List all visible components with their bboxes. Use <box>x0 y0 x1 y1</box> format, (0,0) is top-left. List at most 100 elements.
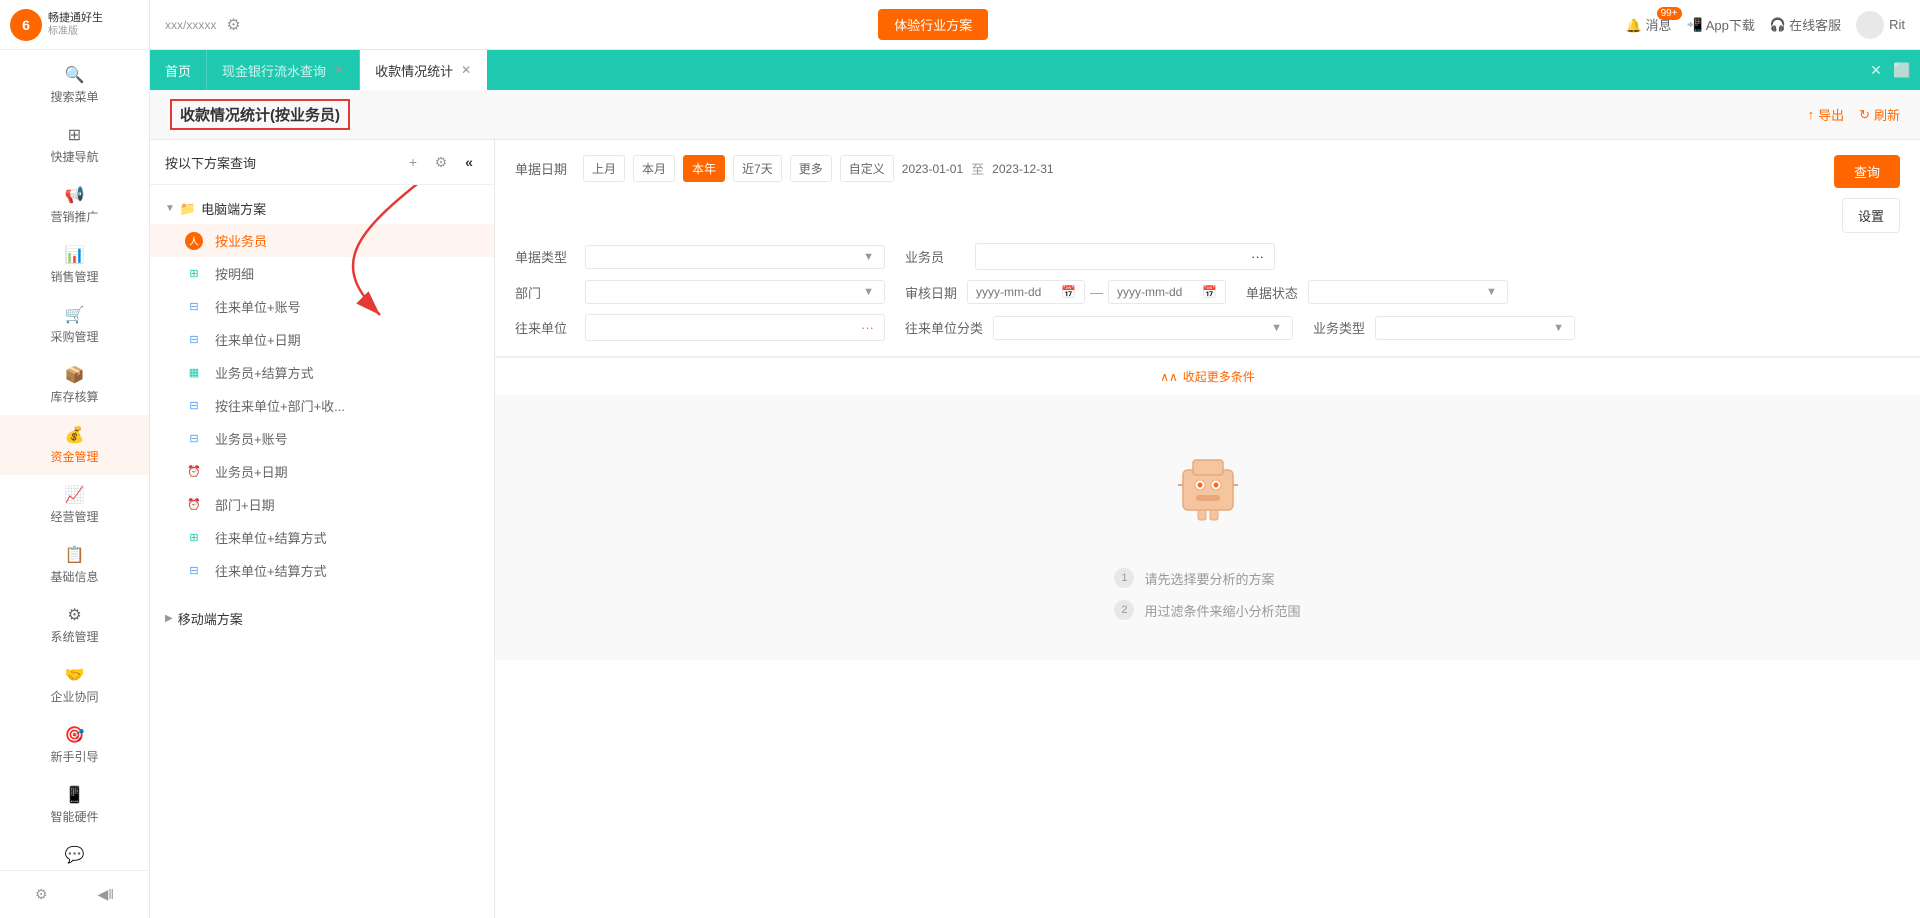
date-last7-btn[interactable]: 近7天 <box>733 155 782 182</box>
tree-item-sales-date[interactable]: ⏰ 业务员+日期 <box>150 455 494 488</box>
mobile-section-header[interactable]: ▶ 移动端方案 <box>150 603 494 634</box>
sidebar-item-operation[interactable]: 📈 经营管理 <box>0 475 149 535</box>
tree-item-partner-account[interactable]: ⊟ 往来单位+账号 <box>150 290 494 323</box>
date-custom-btn[interactable]: 自定义 <box>840 155 894 182</box>
sidebar-item-shortcut[interactable]: ⊞ 快捷导航 <box>0 115 149 175</box>
sidebar-item-basic[interactable]: 📋 基础信息 <box>0 535 149 595</box>
collapse-bar[interactable]: ∧∧ 收起更多条件 <box>495 357 1920 395</box>
review-start-field[interactable] <box>976 285 1061 299</box>
partner-more-btn[interactable]: ··· <box>861 320 874 335</box>
review-date-inputs: 📅 — 📅 <box>967 280 1226 304</box>
sidebar-item-sales[interactable]: 📊 销售管理 <box>0 235 149 295</box>
search-icon: 🔍 <box>65 65 85 85</box>
record-type-select[interactable]: ▼ <box>585 245 885 269</box>
query-button[interactable]: 查询 <box>1834 155 1900 188</box>
sidebar-item-system[interactable]: ⚙ 系统管理 <box>0 595 149 655</box>
calendar-icon-2[interactable]: 📅 <box>1202 285 1217 299</box>
panel-header-title: 按以下方案查询 <box>165 153 256 172</box>
online-service-btn[interactable]: 🎧 在线客服 <box>1770 15 1841 34</box>
tree-item-by-salesperson[interactable]: 人 按业务员 <box>150 224 494 257</box>
date-this-month-btn[interactable]: 本月 <box>633 155 675 182</box>
sales-date-icon: ⏰ <box>185 463 203 481</box>
trial-btn[interactable]: 体验行业方案 <box>878 9 988 40</box>
date-end-display: 2023-12-31 <box>992 162 1053 176</box>
app-download-btn[interactable]: 📲 App下载 <box>1687 15 1755 34</box>
calendar-icon[interactable]: 📅 <box>1061 285 1076 299</box>
finance-icon: 💰 <box>65 425 85 445</box>
partner-select[interactable]: ··· <box>585 314 885 341</box>
step-1-num: 1 <box>1114 568 1134 588</box>
tab-bank-flow[interactable]: 现金银行流水查询 ✕ <box>207 50 360 90</box>
step-2-num: 2 <box>1114 600 1134 620</box>
refresh-btn[interactable]: ↻ 刷新 <box>1859 105 1900 124</box>
tab-bank-close-btn[interactable]: ✕ <box>334 63 344 77</box>
window-maximize-btn[interactable]: ⬜ <box>1894 62 1910 78</box>
tree-item-partner-date[interactable]: ⊟ 往来单位+日期 <box>150 323 494 356</box>
page-header: 收款情况统计(按业务员) ↑ 导出 ↻ 刷新 <box>150 90 1920 140</box>
tree-item-sales-settlement[interactable]: ▦ 业务员+结算方式 <box>150 356 494 389</box>
date-this-year-btn[interactable]: 本年 <box>683 155 725 182</box>
sidebar-item-smart[interactable]: 📱 智能硬件 <box>0 775 149 835</box>
review-date-label: 审核日期 <box>905 283 957 302</box>
export-icon: ↑ <box>1808 107 1815 122</box>
tree-item-partner-settlement2[interactable]: ⊟ 往来单位+结算方式 <box>150 554 494 587</box>
sidebar-collapse-btn[interactable]: ◀‖ <box>92 881 119 908</box>
enterprise-icon: 🤝 <box>65 665 85 685</box>
sidebar-item-finance[interactable]: 💰 资金管理 <box>0 415 149 475</box>
tab-collection-close-btn[interactable]: ✕ <box>461 63 471 77</box>
tree-item-dept-date[interactable]: ⏰ 部门+日期 <box>150 488 494 521</box>
salesperson-icon: 人 <box>185 232 203 250</box>
date-last-month-btn[interactable]: 上月 <box>583 155 625 182</box>
sidebar-item-wechat[interactable]: 💬 企业微信 <box>0 835 149 870</box>
sidebar-nav: 🔍 搜索菜单 ⊞ 快捷导航 📢 营销推广 📊 销售管理 🛒 采购管理 📦 <box>0 50 149 870</box>
record-status-label: 单据状态 <box>1246 283 1298 302</box>
partner-label: 往来单位 <box>515 318 575 337</box>
page-actions: ↑ 导出 ↻ 刷新 <box>1808 105 1900 124</box>
record-status-select[interactable]: ▼ <box>1308 280 1508 304</box>
marketing-icon: 📢 <box>65 185 85 205</box>
panel-add-btn[interactable]: + <box>403 152 423 172</box>
sidebar-item-purchase[interactable]: 🛒 采购管理 <box>0 295 149 355</box>
page-title: 收款情况统计(按业务员) <box>170 99 350 130</box>
tree-item-partner-settlement1[interactable]: ⊞ 往来单位+结算方式 <box>150 521 494 554</box>
review-date-start-input[interactable]: 📅 <box>967 280 1085 304</box>
sidebar-settings-btn[interactable]: ⚙ <box>30 881 53 908</box>
dept-select[interactable]: ▼ <box>585 280 885 304</box>
status-arrow: ▼ <box>1486 286 1497 298</box>
panel-collapse-btn[interactable]: « <box>459 152 479 172</box>
partner-dept-icon: ⊟ <box>185 397 203 415</box>
app-logo: 6 畅捷通好生 标准版 <box>0 0 149 50</box>
tree-item-partner-dept[interactable]: ⊟ 按往来单位+部门+收... <box>150 389 494 422</box>
sidebar-item-enterprise[interactable]: 🤝 企业协同 <box>0 655 149 715</box>
sidebar-item-marketing[interactable]: 📢 营销推广 <box>0 175 149 235</box>
avatar <box>1856 11 1884 39</box>
logo-text: 畅捷通好生 标准版 <box>48 11 103 38</box>
mobile-arrow-icon: ▶ <box>165 613 173 624</box>
settings-button[interactable]: 设置 <box>1842 198 1900 233</box>
salesperson-select[interactable]: ··· <box>975 243 1275 270</box>
notification-area[interactable]: 🔔 99+ 消息 <box>1626 15 1672 34</box>
sidebar-item-search[interactable]: 🔍 搜索菜单 <box>0 55 149 115</box>
header-right: 🔔 99+ 消息 📲 App下载 🎧 在线客服 Rit <box>1626 11 1905 39</box>
header-settings-icon[interactable]: ⚙ <box>226 15 240 35</box>
sales-icon: 📊 <box>65 245 85 265</box>
business-type-select[interactable]: ▼ <box>1375 316 1575 340</box>
tab-collection[interactable]: 收款情况统计 ✕ <box>360 50 487 90</box>
sidebar-item-inventory[interactable]: 📦 库存核算 <box>0 355 149 415</box>
tree-item-sales-account[interactable]: ⊟ 业务员+账号 <box>150 422 494 455</box>
date-more-btn[interactable]: 更多 <box>790 155 832 182</box>
sidebar-item-guide[interactable]: 🎯 新手引导 <box>0 715 149 775</box>
panel-settings-btn[interactable]: ⚙ <box>431 152 451 172</box>
breadcrumb: xxx/xxxxx <box>165 18 216 32</box>
export-btn[interactable]: ↑ 导出 <box>1808 105 1845 124</box>
detail-icon: ⊞ <box>185 265 203 283</box>
salesperson-more-btn[interactable]: ··· <box>1251 249 1264 264</box>
user-area[interactable]: Rit <box>1856 11 1905 39</box>
review-end-field[interactable] <box>1117 285 1202 299</box>
desktop-section-header[interactable]: ▼ 📁 电脑端方案 <box>150 193 494 224</box>
tree-item-by-detail[interactable]: ⊞ 按明细 <box>150 257 494 290</box>
tab-home[interactable]: 首页 <box>150 50 207 90</box>
partner-category-select[interactable]: ▼ <box>993 316 1293 340</box>
window-close-btn[interactable]: ✕ <box>1868 62 1884 78</box>
review-date-end-input[interactable]: 📅 <box>1108 280 1226 304</box>
